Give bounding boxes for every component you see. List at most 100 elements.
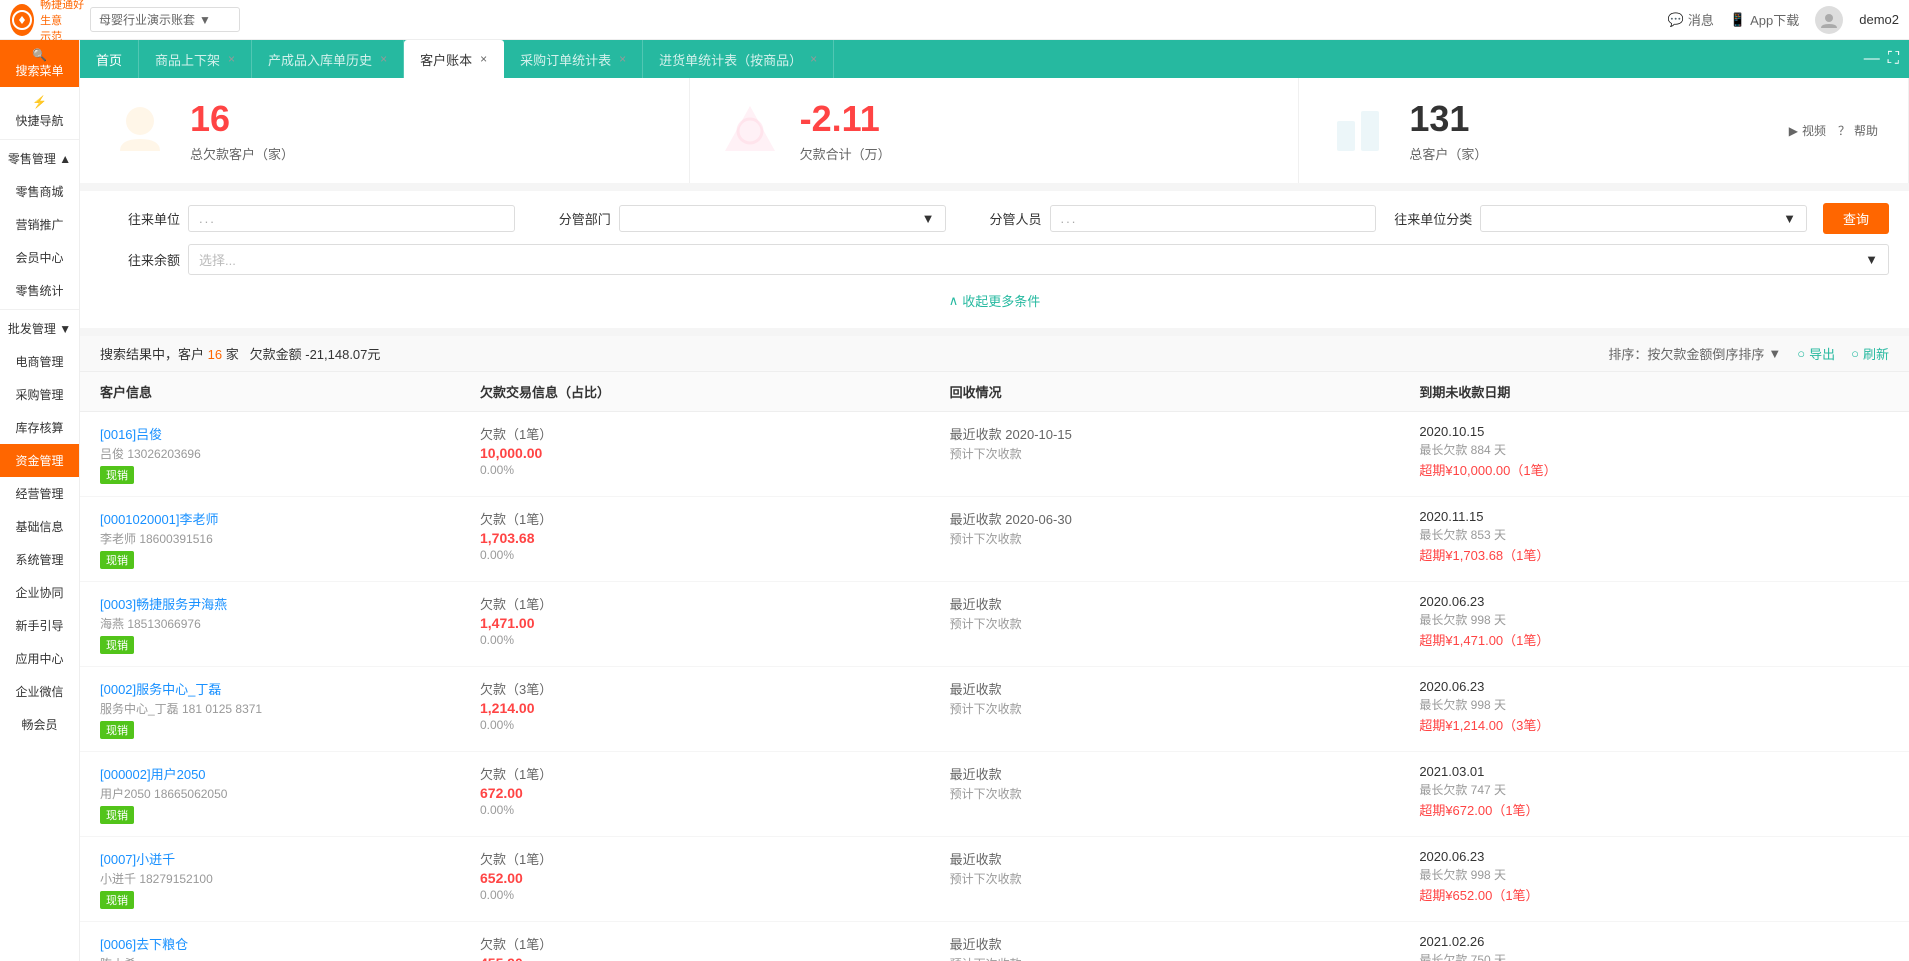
sidebar-item-finance[interactable]: 资金管理: [0, 444, 79, 477]
results-bar: 搜索结果中，客户 16 家 欠款金额 -21,148.07元 排序：按欠款金额倒…: [80, 336, 1909, 372]
debt-info-5: 欠款（1笔） 652.00 0.00%: [480, 849, 950, 902]
overdue-amount-0[interactable]: 超期¥10,000.00（1笔）: [1419, 460, 1889, 479]
refresh-icon: ○: [1851, 346, 1859, 361]
sidebar-item-guide[interactable]: 新手引导: [0, 609, 79, 642]
overdue-amount-3[interactable]: 超期¥1,214.00（3笔）: [1419, 715, 1889, 734]
overdue-amount-5[interactable]: 超期¥652.00（1笔）: [1419, 885, 1889, 904]
customer-name-3[interactable]: [0002]服务中心_丁磊: [100, 679, 480, 698]
overdue-date-3: 2020.06.23: [1419, 679, 1889, 694]
debt-percent-5: 0.00%: [480, 888, 950, 902]
debt-amount-0[interactable]: 10,000.00: [480, 445, 950, 461]
debt-amount-number: -2.11: [800, 98, 1269, 140]
recovery-label-2: 最近收款: [950, 594, 1420, 613]
sidebar-search[interactable]: 🔍 搜索菜单: [0, 40, 79, 87]
tabs-minimize-icon[interactable]: —: [1864, 50, 1880, 68]
wanglai-input[interactable]: ...: [188, 205, 515, 232]
video-action[interactable]: ▶ 视频: [1789, 122, 1826, 139]
bumen-select[interactable]: ▼: [619, 205, 946, 232]
customer-name-4[interactable]: [000002]用户2050: [100, 764, 480, 783]
filter-row-1: 往来单位 ... 分管部门 ▼: [100, 203, 1889, 234]
search-button[interactable]: 查询: [1823, 203, 1889, 234]
yu-select[interactable]: 选择... ▼: [188, 244, 1889, 275]
debt-customers-icon: [110, 101, 170, 161]
help-label: 帮助: [1854, 122, 1878, 139]
sidebar-item-operations[interactable]: 经营管理: [0, 477, 79, 510]
customer-tag-4: 现销: [100, 806, 134, 824]
customer-name-0[interactable]: [0016]吕俊: [100, 424, 480, 443]
sidebar-item-purchase[interactable]: 采购管理: [0, 378, 79, 411]
wholesale-label: 批发管理 ▼: [8, 320, 71, 337]
tab-goods-stats[interactable]: 进货单统计表（按商品） ×: [643, 40, 834, 78]
sidebar-item-inventory[interactable]: 库存核算: [0, 411, 79, 444]
total-customers-number: 131: [1409, 98, 1768, 140]
message-button[interactable]: 💬 消息: [1668, 10, 1714, 29]
collapse-button[interactable]: ∧ 收起更多条件: [100, 285, 1889, 316]
stat-info-total-customers: 131 总客户（家）: [1409, 98, 1768, 163]
debt-amount-4[interactable]: 672.00: [480, 785, 950, 801]
customer-info-1: [0001020001]李老师 李老师 18600391516 现销: [100, 509, 480, 569]
sidebar-item-nav[interactable]: ⚡ 快捷导航: [0, 87, 79, 137]
tab-customer-ledger-close[interactable]: ×: [480, 52, 487, 66]
tab-purchase-stats-close[interactable]: ×: [619, 52, 626, 66]
ren-dots: ...: [1061, 211, 1078, 226]
sidebar-item-apps[interactable]: 应用中心: [0, 642, 79, 675]
debt-amount-icon: [720, 101, 780, 161]
debt-amount-2[interactable]: 1,471.00: [480, 615, 950, 631]
debt-amount-6[interactable]: 455.90: [480, 955, 950, 961]
username-label[interactable]: demo2: [1859, 12, 1899, 27]
sidebar-item-weixin[interactable]: 企业微信: [0, 675, 79, 708]
debt-amount-1[interactable]: 1,703.68: [480, 530, 950, 546]
category-select[interactable]: ▼: [1480, 205, 1807, 232]
overdue-amount-4[interactable]: 超期¥672.00（1笔）: [1419, 800, 1889, 819]
debt-amount-3[interactable]: 1,214.00: [480, 700, 950, 716]
retail-label: 零售管理 ▲: [8, 150, 71, 167]
overdue-amount-2[interactable]: 超期¥1,471.00（1笔）: [1419, 630, 1889, 649]
sidebar-item-member[interactable]: 会员中心: [0, 241, 79, 274]
sidebar-item-retail-mall[interactable]: 零售商城: [0, 175, 79, 208]
sort-label: 排序：按欠款金额倒序排序: [1608, 344, 1764, 363]
sidebar-item-marketing[interactable]: 营销推广: [0, 208, 79, 241]
sidebar-item-retail[interactable]: 零售管理 ▲: [0, 142, 79, 175]
overdue-amount-1[interactable]: 超期¥1,703.68（1笔）: [1419, 545, 1889, 564]
overdue-info-1: 2020.11.15 最长欠款 853 天 超期¥1,703.68（1笔）: [1419, 509, 1889, 564]
ren-input[interactable]: ...: [1050, 205, 1377, 232]
tab-goods-stats-close[interactable]: ×: [810, 52, 817, 66]
tabs-maximize-icon[interactable]: ⛶: [1888, 50, 1899, 68]
filter-area: 往来单位 ... 分管部门 ▼: [80, 191, 1909, 328]
refresh-button[interactable]: ○ 刷新: [1851, 344, 1889, 363]
customer-name-2[interactable]: [0003]畅捷服务尹海燕: [100, 594, 480, 613]
sort-select[interactable]: 排序：按欠款金额倒序排序 ▼: [1608, 344, 1781, 363]
overdue-date-4: 2021.03.01: [1419, 764, 1889, 779]
tab-product-listing-close[interactable]: ×: [228, 52, 235, 66]
overdue-days-4: 最长欠款 747 天: [1419, 781, 1889, 798]
overdue-info-5: 2020.06.23 最长欠款 998 天 超期¥652.00（1笔）: [1419, 849, 1889, 904]
sidebar-item-retail-stats[interactable]: 零售统计: [0, 274, 79, 307]
tabs-right: — ⛶: [1854, 40, 1909, 78]
app-download-button[interactable]: 📱 App下载: [1730, 10, 1799, 29]
debt-amount-5[interactable]: 652.00: [480, 870, 950, 886]
table-row: [0002]服务中心_丁磊 服务中心_丁磊 181 0125 8371 现销 欠…: [80, 667, 1909, 752]
customer-name-6[interactable]: [0006]去下粮仓: [100, 934, 480, 953]
sidebar-item-wholesale[interactable]: 批发管理 ▼: [0, 312, 79, 345]
tab-product-listing[interactable]: 商品上下架 ×: [139, 40, 252, 78]
tab-customer-ledger[interactable]: 客户账本 ×: [404, 40, 504, 78]
tab-inventory-history[interactable]: 产成品入库单历史 ×: [252, 40, 404, 78]
debt-percent-0: 0.00%: [480, 463, 950, 477]
tab-inventory-history-close[interactable]: ×: [380, 52, 387, 66]
debt-percent-3: 0.00%: [480, 718, 950, 732]
customer-name-1[interactable]: [0001020001]李老师: [100, 509, 480, 528]
sidebar-item-system[interactable]: 系统管理: [0, 543, 79, 576]
sidebar-item-enterprise[interactable]: 企业协同: [0, 576, 79, 609]
help-action[interactable]: ？ 帮助: [1838, 122, 1878, 139]
customer-name-5[interactable]: [0007]小迸千: [100, 849, 480, 868]
recovery-sub-4: 预计下次收款: [950, 785, 1420, 802]
tab-home[interactable]: 首页: [80, 40, 139, 78]
export-button[interactable]: ○ 导出: [1797, 344, 1835, 363]
tab-purchase-stats[interactable]: 采购订单统计表 ×: [504, 40, 643, 78]
sidebar-item-basic[interactable]: 基础信息: [0, 510, 79, 543]
recovery-label-6: 最近收款: [950, 934, 1420, 953]
sidebar-item-member2[interactable]: 畅会员: [0, 708, 79, 741]
sidebar-item-ecommerce[interactable]: 电商管理: [0, 345, 79, 378]
store-selector[interactable]: 母婴行业演示账套 ▼: [90, 7, 240, 32]
overdue-info-2: 2020.06.23 最长欠款 998 天 超期¥1,471.00（1笔）: [1419, 594, 1889, 649]
